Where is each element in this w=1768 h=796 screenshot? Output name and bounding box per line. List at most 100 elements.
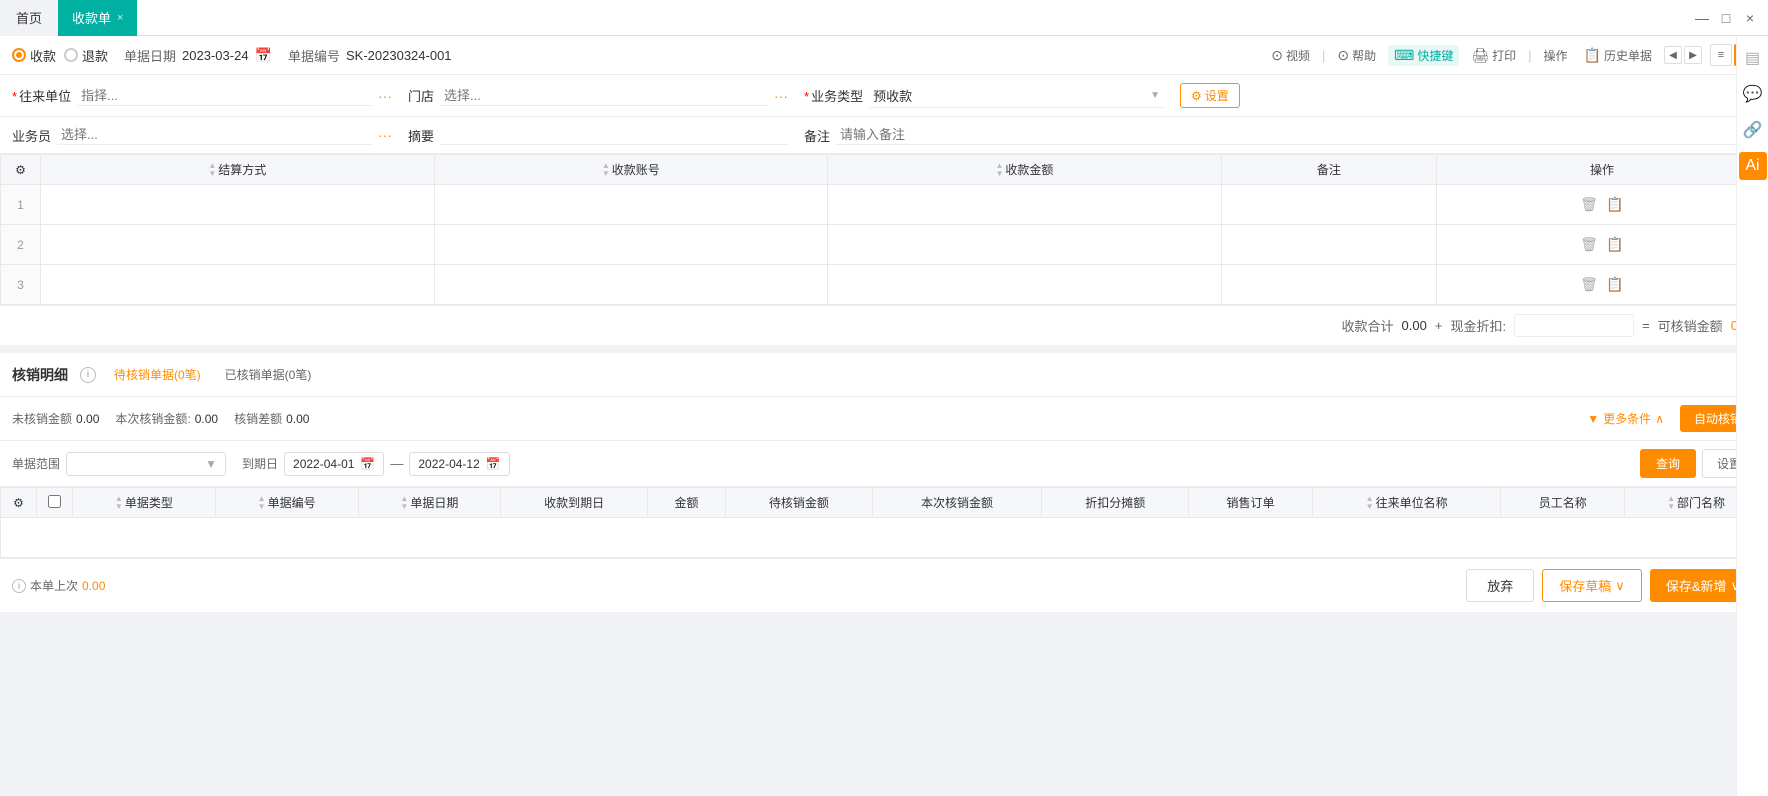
sidebar-table-icon[interactable]: ▤ [1739,44,1767,72]
copy-icon-2[interactable]: 📋 [1605,235,1625,255]
biz-type-select[interactable]: 预收款 ▼ [869,84,1164,108]
staff-more-icon[interactable]: ··· [378,127,392,143]
settlement-cell-3[interactable] [41,265,435,305]
hexiao-info-icon[interactable]: i [80,367,96,383]
settlement-cell-1[interactable] [41,185,435,225]
btable-gear-header[interactable]: ⚙ [1,488,37,518]
summary-input[interactable] [440,125,788,145]
settings-button[interactable]: ⚙ 设置 [1180,83,1240,108]
select-all-checkbox[interactable] [48,495,61,508]
shortcut-label: 快捷键 [1417,47,1453,64]
operation-btn[interactable]: 操作 [1540,45,1572,66]
print-label: 打印 [1492,47,1516,64]
copy-icon-1[interactable]: 📋 [1605,195,1625,215]
sidebar-ai-icon[interactable]: Ai [1739,152,1767,180]
this-check-value: 0.00 [195,412,218,426]
calendar-icon[interactable]: 📅 [255,47,272,64]
tab-active[interactable]: 收款单 × [58,0,137,36]
biz-type-arrow-icon: ▼ [1150,90,1160,101]
receipt-table-section: ⚙ ▲▼结算方式 ▲▼收款账号 ▲▼收款金额 备注 操作 [0,154,1768,305]
amount-header: ▲▼收款金额 [828,155,1222,185]
plus-sign: + [1435,318,1443,333]
receipt-label: 收款 [30,46,56,65]
lower-info-icon[interactable]: i [12,579,26,593]
hexiao-tab-pending[interactable]: 待核销单据(0笔) [108,363,207,386]
doc-date-label: 单据日期 [124,46,176,65]
shop-more-icon[interactable]: ··· [774,88,788,104]
settlement-cell-2[interactable] [41,225,435,265]
counterpart-more-icon[interactable]: ··· [378,88,392,104]
list-view-icon[interactable]: ≡ [1710,44,1732,66]
btable-amount-header: 金额 [647,488,725,518]
delete-icon-2[interactable]: 🗑 [1579,235,1599,255]
amount-cell-3[interactable] [828,265,1222,305]
btable-pending-header: 待核销金额 [726,488,873,518]
sidebar-chat-icon[interactable]: 💬 [1739,80,1767,108]
divider1: | [1322,48,1325,63]
date-start-input[interactable]: 2022-04-01 📅 [284,452,384,476]
window-minimize-icon[interactable]: — [1692,8,1712,28]
history-btn[interactable]: 📋 历史单据 [1580,45,1656,66]
history-icon: 📋 [1584,47,1601,64]
account-cell-3[interactable] [434,265,828,305]
btable-empty-row [1,518,1768,558]
tab-close-icon[interactable]: × [117,12,123,24]
hexiao-table-wrapper: ⚙ ▲▼单据类型 ▲▼单据编号 ▲▼单据日期 收款到期 [0,487,1768,558]
remark-header: 备注 [1221,155,1436,185]
abandon-button[interactable]: 放弃 [1466,569,1534,602]
window-maximize-icon[interactable]: □ [1716,8,1736,28]
receipt-radio[interactable]: 收款 [12,46,56,65]
copy-icon-3[interactable]: 📋 [1605,275,1625,295]
remark-input[interactable] [836,125,1756,145]
table-row: 2 🗑 📋 [1,225,1768,265]
summary-label: 摘要 [408,126,434,145]
sidebar-attach-icon[interactable]: 🔗 [1739,116,1767,144]
diff-label: 核销差额 [234,410,282,427]
hexiao-header: 核销明细 i 待核销单据(0笔) 已核销单据(0笔) [0,353,1768,397]
delete-icon-1[interactable]: 🗑 [1579,195,1599,215]
voucher-range-select[interactable]: ▼ [66,452,226,476]
staff-field: 业务员 ··· [12,125,392,145]
shop-input[interactable] [440,86,768,106]
window-close-icon[interactable]: × [1740,8,1760,28]
staff-input[interactable] [57,125,372,145]
table-gear-header[interactable]: ⚙ [1,155,41,185]
nav-next-icon[interactable]: ▶ [1684,46,1702,64]
query-button[interactable]: 查询 [1640,449,1696,478]
shortcut-btn[interactable]: ⌨ 快捷键 [1388,45,1459,66]
more-conditions-btn[interactable]: ▼ 更多条件 ∧ [1587,410,1664,427]
discount-input[interactable] [1514,314,1634,337]
form-card: 收款 退款 单据日期 2023-03-24 📅 单据编号 SK-20230324… [0,36,1768,345]
remark-cell-3[interactable] [1221,265,1436,305]
date-start-value: 2022-04-01 [293,457,354,471]
receipt-table: ⚙ ▲▼结算方式 ▲▼收款账号 ▲▼收款金额 备注 操作 [0,154,1768,305]
video-btn[interactable]: ⊙ 视频 [1267,45,1314,66]
tab-home[interactable]: 首页 [0,0,58,36]
settlement-header: ▲▼结算方式 [41,155,435,185]
date-end-input[interactable]: 2022-04-12 📅 [409,452,509,476]
amount-cell-1[interactable] [828,185,1222,225]
save-draft-arrow-icon: ∨ [1615,578,1625,594]
nav-prev-icon[interactable]: ◀ [1664,46,1682,64]
account-cell-2[interactable] [434,225,828,265]
btable-voucher-type-header: ▲▼单据类型 [73,488,216,518]
save-draft-button[interactable]: 保存草稿 ∨ [1542,569,1642,602]
voucher-range-group: 单据范围 ▼ [12,452,226,476]
this-upper-label: 本单上次 [30,577,78,594]
counterpart-input[interactable] [77,86,372,106]
remark-cell-2[interactable] [1221,225,1436,265]
hexiao-tab-done[interactable]: 已核销单据(0笔) [219,363,318,386]
unchecked-label: 未核销金额 [12,410,72,427]
btable-voucher-num-header: ▲▼单据编号 [215,488,358,518]
refund-label: 退款 [82,46,108,65]
counterpart-field: 往来单位 ··· [12,86,392,106]
account-cell-1[interactable] [434,185,828,225]
help-btn[interactable]: ⊙ 帮助 [1333,45,1380,66]
operation-label: 操作 [1544,47,1568,64]
remark-label: 备注 [804,126,830,145]
print-btn[interactable]: 🖨 打印 [1467,45,1520,66]
delete-icon-3[interactable]: 🗑 [1579,275,1599,295]
remark-cell-1[interactable] [1221,185,1436,225]
amount-cell-2[interactable] [828,225,1222,265]
refund-radio[interactable]: 退款 [64,46,108,65]
